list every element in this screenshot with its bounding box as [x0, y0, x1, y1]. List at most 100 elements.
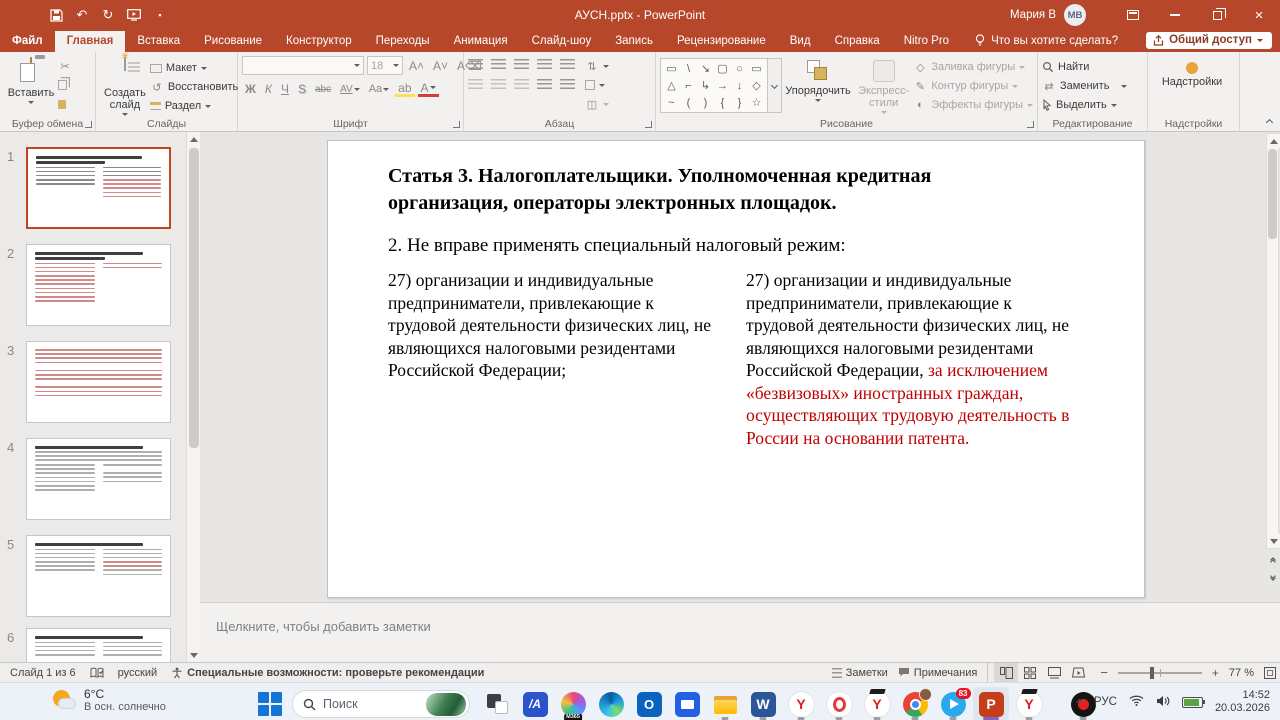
bullets-icon[interactable] — [468, 59, 483, 71]
comments-toggle[interactable]: Примечания — [898, 667, 977, 679]
tray-overflow-icon[interactable] — [1075, 696, 1083, 708]
ribbon-tab-5[interactable]: Конструктор — [274, 31, 364, 52]
decrease-font-icon[interactable]: A˅ — [430, 58, 451, 74]
triangle-shape-icon[interactable]: △ — [663, 77, 680, 94]
zoom-in-icon[interactable]: + — [1212, 666, 1219, 680]
elbow-arrow-shape-icon[interactable]: ↳ — [697, 77, 714, 94]
yandex-browser-taskbar-button[interactable]: Y — [783, 687, 819, 720]
ribbon-tab-1[interactable]: Файл — [0, 31, 55, 52]
replace-button[interactable]: ⇄ Заменить — [1042, 78, 1128, 94]
slide-sorter-view-button[interactable] — [1018, 663, 1042, 682]
redo-icon[interactable]: ↻ — [100, 7, 116, 23]
thumbnail-preview[interactable] — [26, 147, 171, 229]
account-name[interactable]: Мария В — [1010, 9, 1056, 21]
bold-button[interactable]: Ж — [242, 81, 259, 97]
scribble-shape-icon[interactable]: ~ — [663, 94, 680, 111]
spell-check-icon[interactable] — [90, 667, 104, 679]
arrange-button[interactable]: Упорядочить — [782, 56, 854, 104]
app-ia-taskbar-button[interactable]: /A — [517, 687, 553, 720]
clipboard-dialog-launcher[interactable] — [85, 121, 92, 128]
convert-smartart-button[interactable]: ◫ — [585, 96, 609, 112]
font-name-combo[interactable] — [242, 56, 364, 75]
text-shadow-button[interactable]: S — [295, 81, 309, 97]
clock[interactable]: 14:52 20.03.2026 — [1215, 689, 1270, 715]
reset-button[interactable]: ↺ Восстановить — [150, 79, 238, 95]
shapes-gallery-more-icon[interactable] — [768, 58, 782, 113]
ribbon-tab-4[interactable]: Рисование — [192, 31, 274, 52]
ribbon-tab-6[interactable]: Переходы — [364, 31, 442, 52]
start-button[interactable] — [256, 691, 283, 718]
ribbon-tab-9[interactable]: Запись — [603, 31, 665, 52]
format-painter-icon[interactable] — [58, 96, 72, 112]
start-slideshow-icon[interactable] — [126, 7, 142, 23]
highlight-color-icon[interactable]: ab — [395, 82, 415, 97]
ribbon-tab-2[interactable]: Главная — [54, 31, 126, 52]
collapse-ribbon-icon[interactable] — [1265, 118, 1274, 127]
rounded-rectangle-shape-icon[interactable]: ▭ — [748, 60, 765, 77]
align-text-button[interactable] — [585, 77, 609, 93]
select-button[interactable]: Выделить — [1042, 97, 1127, 113]
thumbnail-scroll-down-icon[interactable] — [187, 648, 201, 662]
opera-taskbar-button[interactable] — [821, 687, 857, 720]
zoom-level[interactable]: 77 % — [1229, 667, 1254, 679]
ribbon-display-options-icon[interactable] — [1112, 0, 1154, 30]
ribbon-tab-3[interactable]: Вставка — [125, 31, 192, 52]
shape-effects-button[interactable]: ◐ Эффекты фигуры — [913, 97, 1033, 113]
normal-view-button[interactable] — [994, 663, 1019, 682]
language-indicator[interactable]: русский — [118, 667, 157, 679]
find-button[interactable]: Найти — [1042, 59, 1127, 75]
drawing-dialog-launcher[interactable] — [1027, 121, 1034, 128]
ribbon-tab-8[interactable]: Слайд-шоу — [520, 31, 604, 52]
line-arrow-shape-icon[interactable]: ↘ — [697, 60, 714, 77]
notes-toggle[interactable]: Заметки — [831, 667, 888, 679]
strikethrough-button[interactable]: abc — [312, 83, 334, 96]
slideshow-view-button[interactable] — [1066, 663, 1090, 682]
thumbnail-preview[interactable] — [26, 341, 171, 423]
m365-copilot-taskbar-button[interactable]: M365 — [555, 687, 591, 720]
ribbon-tab-10[interactable]: Рецензирование — [665, 31, 778, 52]
volume-icon[interactable] — [1156, 695, 1170, 710]
ms-store-taskbar-button[interactable] — [669, 687, 705, 720]
ribbon-tab-11[interactable]: Вид — [778, 31, 823, 52]
zoom-out-icon[interactable]: − — [1100, 665, 1108, 680]
slide-right-column[interactable]: 27) организации и индивидуальные предпри… — [746, 269, 1080, 449]
file-explorer-taskbar-button[interactable] — [707, 687, 743, 720]
right-brace-shape-icon[interactable]: } — [731, 94, 748, 111]
wifi-icon[interactable] — [1129, 695, 1144, 709]
minimize-button[interactable] — [1154, 0, 1196, 30]
align-right-icon[interactable] — [514, 79, 529, 91]
restore-button[interactable] — [1196, 0, 1238, 30]
search-box[interactable]: Поиск — [292, 690, 470, 718]
quick-styles-button[interactable]: Экспресс-стили — [854, 56, 913, 116]
arc-shape-icon[interactable]: ( — [680, 94, 697, 111]
shape-fill-button[interactable]: ◇ Заливка фигуры — [913, 59, 1033, 75]
slide-vertical-scrollbar[interactable] — [1266, 133, 1280, 549]
task-view-taskbar-button[interactable] — [479, 687, 515, 720]
line-shape-icon[interactable]: \ — [680, 60, 697, 77]
text-box-shape-icon[interactable]: ▭ — [663, 60, 680, 77]
elbow-connector-shape-icon[interactable]: ⌐ — [680, 77, 697, 94]
pentagon-shape-icon[interactable]: ◇ — [748, 77, 765, 94]
font-size-combo[interactable]: 18 — [367, 56, 403, 75]
notes-placeholder[interactable]: Щелкните, чтобы добавить заметки — [200, 603, 1280, 634]
ribbon-tab-13[interactable]: Nitro Pro — [892, 31, 961, 52]
customize-qat-icon[interactable]: ▪ — [152, 7, 168, 23]
ribbon-tab-7[interactable]: Анимация — [442, 31, 520, 52]
share-button[interactable]: Общий доступ — [1146, 32, 1272, 49]
previous-slide-button[interactable] — [1266, 554, 1279, 567]
tell-me-box[interactable]: Что вы хотите сделать? — [961, 30, 1128, 52]
thumbnail-preview[interactable] — [26, 535, 171, 617]
battery-icon[interactable] — [1181, 696, 1206, 708]
underline-button[interactable]: Ч — [278, 81, 292, 97]
down-arrow-shape-icon[interactable]: ↓ — [731, 77, 748, 94]
text-direction-button[interactable]: ⇅ — [585, 58, 609, 74]
copy-icon[interactable] — [58, 77, 72, 93]
font-dialog-launcher[interactable] — [453, 121, 460, 128]
shape-outline-button[interactable]: ✎ Контур фигуры — [913, 78, 1033, 94]
outlook-taskbar-button[interactable]: O — [631, 687, 667, 720]
change-case-button[interactable]: Aa — [366, 82, 392, 96]
slide-left-column[interactable]: 27) организации и индивидуальные предпри… — [388, 269, 722, 382]
columns-icon[interactable] — [560, 79, 575, 91]
yandex-edu-2-taskbar-button[interactable]: Y — [1011, 687, 1047, 720]
account-avatar[interactable]: МВ — [1064, 4, 1086, 26]
